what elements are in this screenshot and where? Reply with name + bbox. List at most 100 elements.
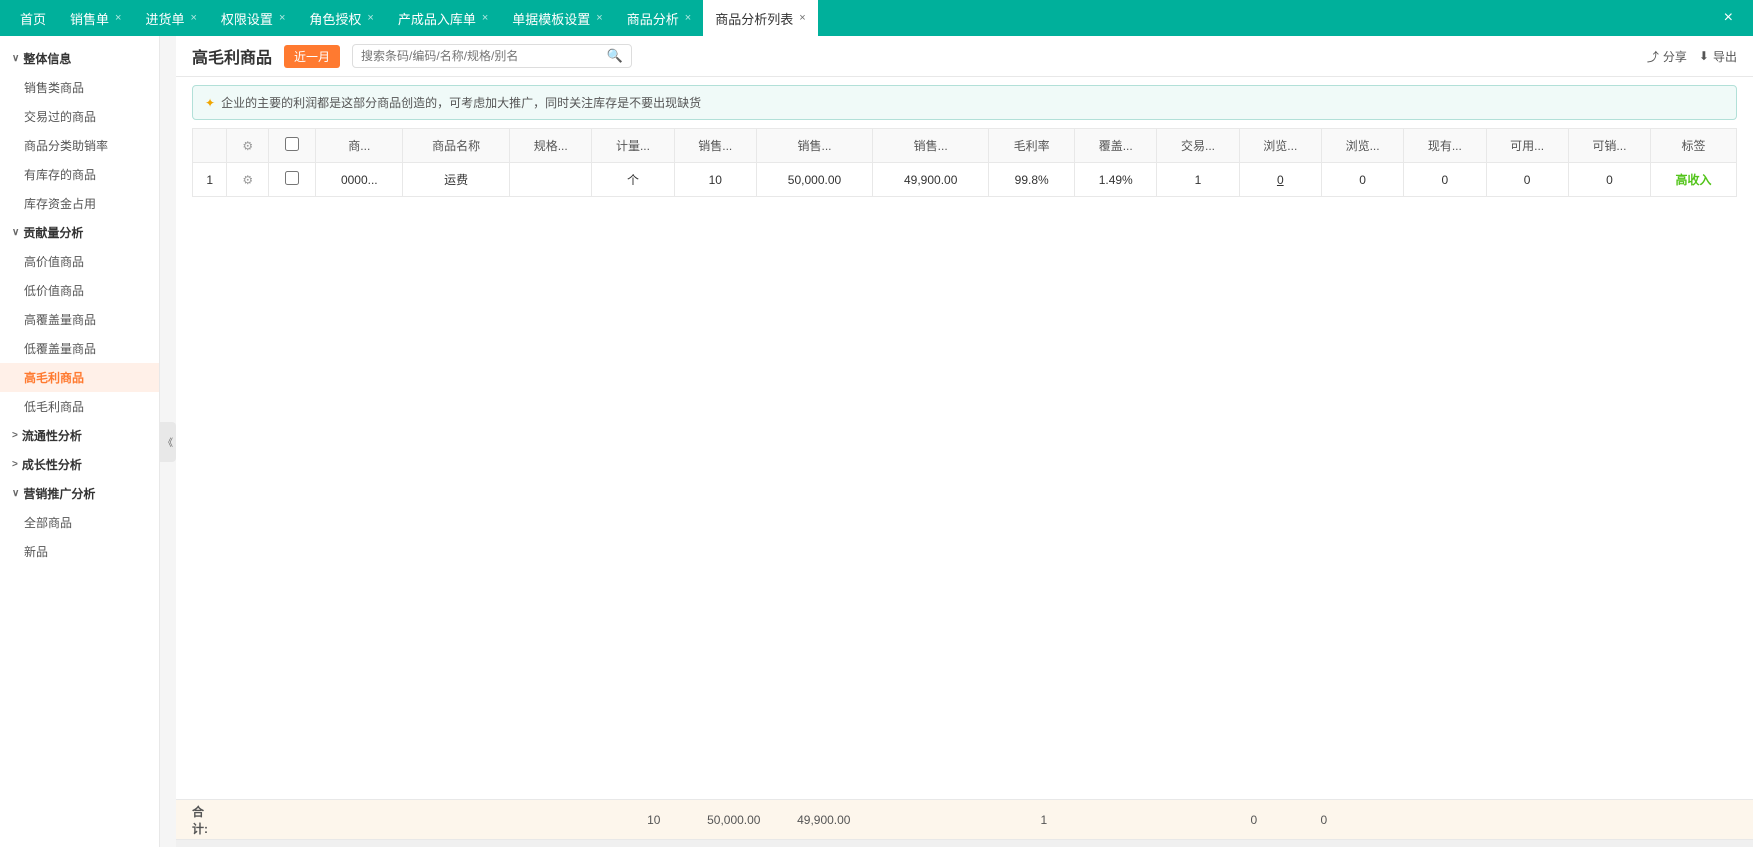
col-header-available_stock[interactable]: 可用... <box>1486 129 1568 163</box>
nav-item-权限设置[interactable]: 权限设置× <box>209 0 297 36</box>
nav-close-销售单[interactable]: × <box>115 12 121 24</box>
col-header-tag[interactable]: 标签 <box>1651 129 1737 163</box>
col-header-unit[interactable]: 计量... <box>592 129 674 163</box>
nav-close-商品分析[interactable]: × <box>685 12 691 24</box>
col-header-name[interactable]: 商品名称 <box>403 129 510 163</box>
cell-view1[interactable]: 0 <box>1239 163 1321 197</box>
cell-sales_amount: 50,000.00 <box>756 163 872 197</box>
content-header: 高毛利商品 近一月 🔍 ⤴ 分享 ⬇ 导出 <box>176 36 1753 77</box>
cell-settings[interactable]: ⚙ <box>227 163 269 197</box>
export-button[interactable]: ⬇ 导出 <box>1699 48 1737 65</box>
sidebar-item-低毛利商品[interactable]: 低毛利商品 <box>0 392 159 421</box>
export-icon: ⬇ <box>1699 49 1709 63</box>
info-text: 企业的主要的利润都是这部分商品创造的，可考虑加大推广，同时关注库存是不要出现缺货 <box>221 94 701 111</box>
cell-sellable_stock: 0 <box>1568 163 1650 197</box>
sidebar-item-库存资金占用[interactable]: 库存资金占用 <box>0 189 159 218</box>
top-navigation: 首页销售单×进货单×权限设置×角色授权×产成品入库单×单据模板设置×商品分析×商… <box>0 0 1753 36</box>
col-header-view2[interactable]: 浏览... <box>1321 129 1403 163</box>
col-header-spec[interactable]: 规格... <box>510 129 592 163</box>
col-header-coverage[interactable]: 覆盖... <box>1075 129 1157 163</box>
cell-sales_qty: 10 <box>674 163 756 197</box>
sidebar-item-新品[interactable]: 新品 <box>0 537 159 566</box>
col-header-code[interactable]: 商... <box>316 129 403 163</box>
table-container: ⚙商...商品名称规格...计量...销售...销售...销售...毛利率覆盖.… <box>176 128 1753 799</box>
nav-item-单据模板设置[interactable]: 单据模板设置× <box>500 0 614 36</box>
cell-code: 0000... <box>316 163 403 197</box>
sidebar-item-低价值商品[interactable]: 低价值商品 <box>0 276 159 305</box>
sidebar-group-贡献量分析[interactable]: ∨贡献量分析 <box>0 218 159 247</box>
sidebar-item-低覆盖量商品[interactable]: 低覆盖量商品 <box>0 334 159 363</box>
col-header-gross_margin[interactable]: 毛利率 <box>989 129 1075 163</box>
col-header-sales_amount[interactable]: 销售... <box>756 129 872 163</box>
nav-item-商品分析[interactable]: 商品分析× <box>615 0 703 36</box>
sidebar-collapse-button[interactable]: 《 <box>160 422 176 462</box>
nav-close-产成品入库单[interactable]: × <box>482 12 488 24</box>
footer-cell: 1 <box>1009 813 1079 827</box>
group-arrow: > <box>12 459 18 470</box>
sidebar-item-全部商品[interactable]: 全部商品 <box>0 508 159 537</box>
sidebar-group-整体信息[interactable]: ∨整体信息 <box>0 44 159 73</box>
row-checkbox[interactable] <box>285 171 299 185</box>
page-title: 高毛利商品 <box>192 44 272 68</box>
nav-close-商品分析列表[interactable]: × <box>799 12 805 24</box>
cell-name: 运费 <box>403 163 510 197</box>
col-header-sales_qty[interactable]: 销售... <box>674 129 756 163</box>
cell-sales_profit: 49,900.00 <box>873 163 989 197</box>
nav-item-产成品入库单[interactable]: 产成品入库单× <box>386 0 500 36</box>
footer-cell: 49,900.00 <box>779 813 869 827</box>
info-banner: ✦ 企业的主要的利润都是这部分商品创造的，可考虑加大推广，同时关注库存是不要出现… <box>192 85 1737 120</box>
col-header-checkbox <box>269 129 316 163</box>
footer-cell: 50,000.00 <box>689 813 779 827</box>
col-header-sellable_stock[interactable]: 可销... <box>1568 129 1650 163</box>
sidebar-item-商品分类助销率[interactable]: 商品分类助销率 <box>0 131 159 160</box>
sidebar-group-营销推广分析[interactable]: ∨营销推广分析 <box>0 479 159 508</box>
content-area: 高毛利商品 近一月 🔍 ⤴ 分享 ⬇ 导出 <box>176 36 1753 847</box>
sidebar-group-流通性分析[interactable]: >流通性分析 <box>0 421 159 450</box>
time-filter-button[interactable]: 近一月 <box>284 45 340 68</box>
sidebar-item-高覆盖量商品[interactable]: 高覆盖量商品 <box>0 305 159 334</box>
cell-gross_margin: 99.8% <box>989 163 1075 197</box>
group-arrow: > <box>12 430 18 441</box>
sidebar-item-交易过的商品[interactable]: 交易过的商品 <box>0 102 159 131</box>
col-header-settings: ⚙ <box>227 129 269 163</box>
cell-coverage: 1.49% <box>1075 163 1157 197</box>
sidebar-item-销售类商品[interactable]: 销售类商品 <box>0 73 159 102</box>
share-icon: ⤴ <box>1647 48 1659 65</box>
sidebar-item-有库存的商品[interactable]: 有库存的商品 <box>0 160 159 189</box>
col-header-view1[interactable]: 浏览... <box>1239 129 1321 163</box>
footer-label: 合计: <box>192 803 219 837</box>
footer-cell: 0 <box>1219 813 1289 827</box>
cell-transaction: 1 <box>1157 163 1239 197</box>
settings-icon[interactable]: ⚙ <box>242 139 253 153</box>
cell-checkbox[interactable] <box>269 163 316 197</box>
nav-close-单据模板设置[interactable]: × <box>596 12 602 24</box>
col-header-sales_profit[interactable]: 销售... <box>873 129 989 163</box>
sidebar-item-高价值商品[interactable]: 高价值商品 <box>0 247 159 276</box>
share-button[interactable]: ⤴ 分享 <box>1647 48 1687 65</box>
row-settings-icon[interactable]: ⚙ <box>242 173 253 187</box>
select-all-checkbox[interactable] <box>285 137 299 151</box>
nav-item-进货单[interactable]: 进货单× <box>133 0 208 36</box>
nav-item-角色授权[interactable]: 角色授权× <box>297 0 385 36</box>
nav-close-权限设置[interactable]: × <box>279 12 285 24</box>
group-arrow: ∨ <box>12 227 19 238</box>
window-close-button[interactable]: × <box>1712 9 1745 27</box>
table-row: 1⚙0000...运费个1050,000.0049,900.0099.8%1.4… <box>193 163 1737 197</box>
nav-item-销售单[interactable]: 销售单× <box>58 0 133 36</box>
sidebar-group-成长性分析[interactable]: >成长性分析 <box>0 450 159 479</box>
search-icon[interactable]: 🔍 <box>607 48 623 64</box>
bottom-scrollbar[interactable] <box>176 839 1753 847</box>
nav-close-角色授权[interactable]: × <box>367 12 373 24</box>
info-icon: ✦ <box>205 96 215 110</box>
col-header-current_stock[interactable]: 现有... <box>1404 129 1486 163</box>
cell-available_stock: 0 <box>1486 163 1568 197</box>
data-table: ⚙商...商品名称规格...计量...销售...销售...销售...毛利率覆盖.… <box>192 128 1737 197</box>
share-label: 分享 <box>1663 48 1687 65</box>
search-input[interactable] <box>361 49 603 63</box>
sidebar-item-高毛利商品[interactable]: 高毛利商品 <box>0 363 159 392</box>
nav-item-商品分析列表[interactable]: 商品分析列表× <box>703 0 817 36</box>
link-view1[interactable]: 0 <box>1277 173 1284 187</box>
nav-item-首页[interactable]: 首页 <box>8 0 58 36</box>
col-header-transaction[interactable]: 交易... <box>1157 129 1239 163</box>
nav-close-进货单[interactable]: × <box>190 12 196 24</box>
